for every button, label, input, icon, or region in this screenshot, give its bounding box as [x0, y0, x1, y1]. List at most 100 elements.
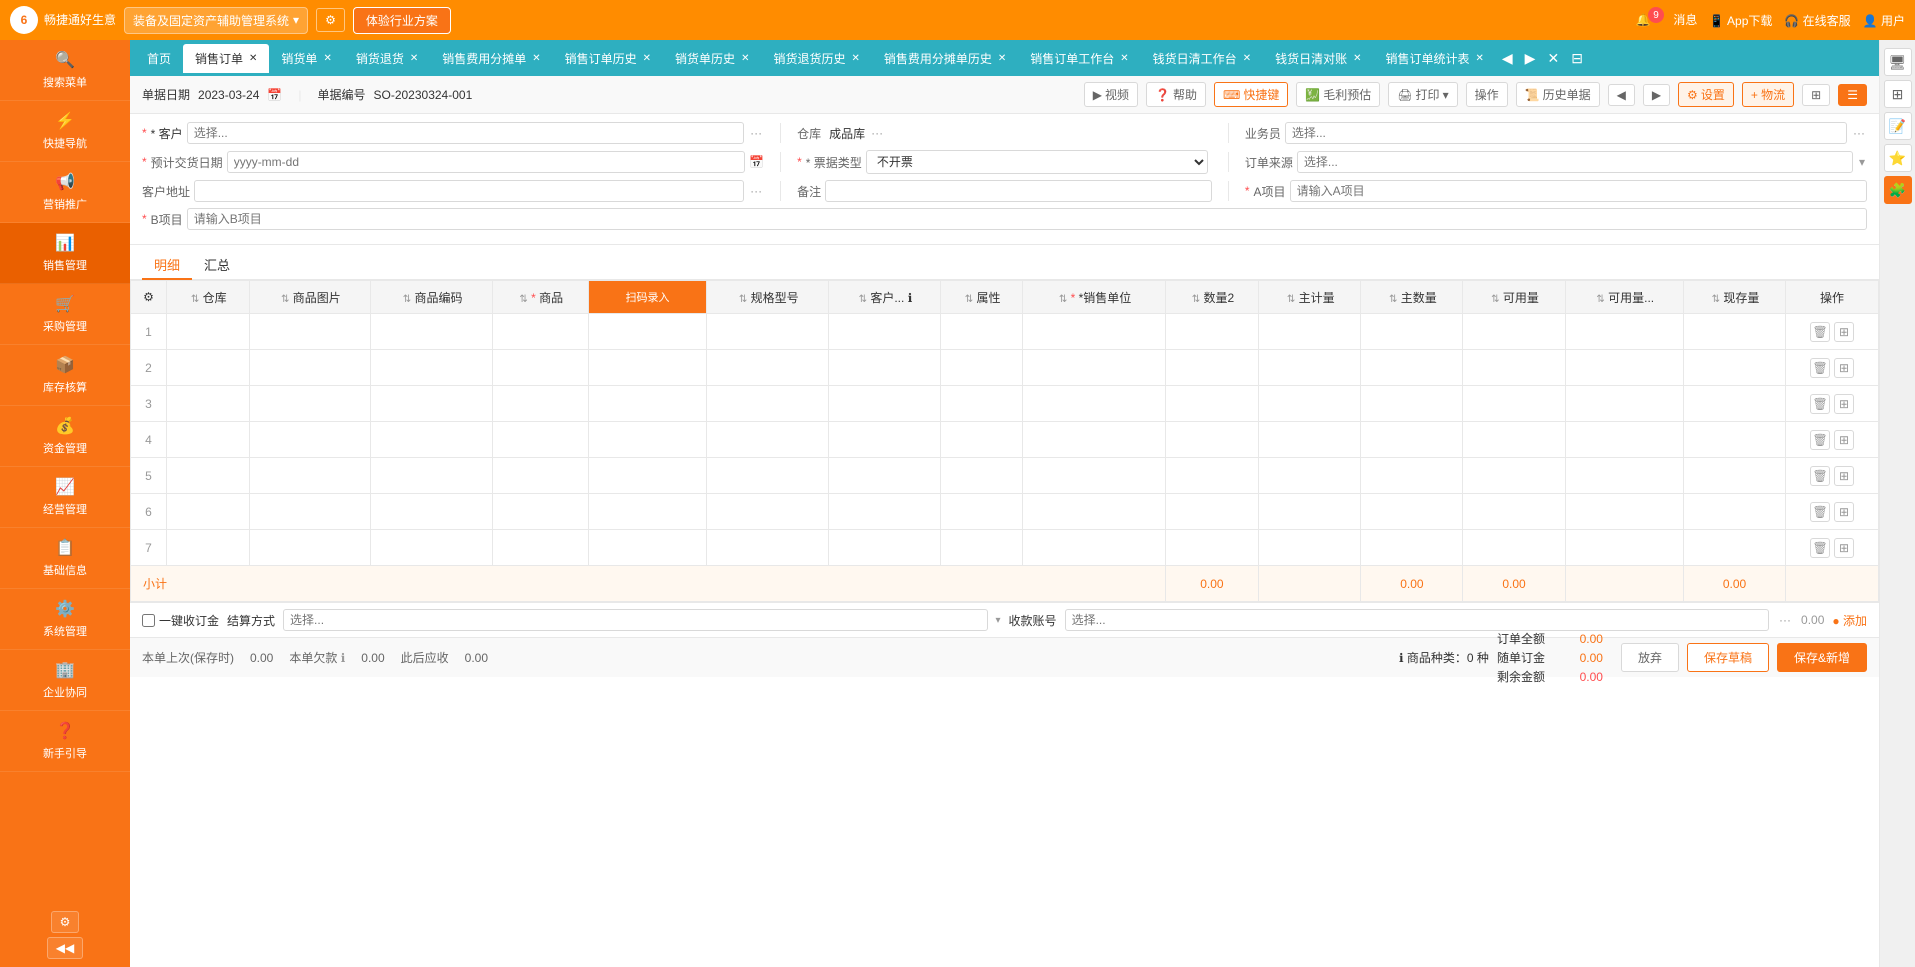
tab-summary[interactable]: 汇总 [192, 251, 242, 280]
cell-code[interactable] [371, 314, 493, 350]
tab-close-icon2[interactable]: ✕ [323, 53, 331, 64]
settings-button[interactable]: ⚙ 设置 [1678, 82, 1734, 107]
list-view-button[interactable]: ☰ [1838, 84, 1867, 106]
app-download-button[interactable]: 📱 App下载 [1709, 12, 1772, 29]
sort-icon12[interactable]: ⇅ [1491, 294, 1499, 305]
tab-home[interactable]: 首页 [135, 44, 183, 73]
sort-icon3[interactable]: ⇅ [403, 294, 411, 305]
sort-icon14[interactable]: ⇅ [1712, 294, 1720, 305]
next-record-button[interactable]: ▶ [1643, 84, 1670, 106]
cell-salesunit[interactable] [1023, 386, 1165, 422]
tab-close-icon12[interactable]: ✕ [1476, 53, 1484, 64]
cell-spec[interactable] [707, 350, 829, 386]
cell-product[interactable] [492, 350, 588, 386]
tab-orderhist[interactable]: 销售订单历史 ✕ [553, 44, 663, 73]
cell-attr[interactable] [940, 494, 1023, 530]
view-button[interactable]: ▶ 视频 [1084, 82, 1138, 107]
cell-spec[interactable] [707, 422, 829, 458]
sidebar-item-guide[interactable]: ❓ 新手引导 [0, 711, 130, 772]
online-service-button[interactable]: 🎧 在线客服 [1784, 12, 1850, 29]
delivery-input[interactable] [227, 151, 745, 173]
sidebar-item-inventory[interactable]: 📦 库存核算 [0, 345, 130, 406]
sidebar-item-purchase[interactable]: 🛒 采购管理 [0, 284, 130, 345]
operate-button[interactable]: 操作 [1466, 82, 1508, 107]
cell-salesunit[interactable] [1023, 458, 1165, 494]
history-button[interactable]: 📜 历史单据 [1516, 82, 1600, 107]
calendar-icon[interactable]: 📅 [267, 88, 282, 102]
tab-close-all-button[interactable]: ✕ [1541, 48, 1565, 69]
sidebar-item-marketing[interactable]: 📢 营销推广 [0, 162, 130, 223]
sidebar-collapse-icon[interactable]: ◀◀ [47, 937, 83, 959]
ordersource-dropdown-icon[interactable]: ▾ [1857, 155, 1867, 169]
right-btn-star[interactable]: ⭐ [1884, 144, 1912, 172]
shortcut-button[interactable]: ⌨ 快捷键 [1214, 82, 1288, 107]
settlement-input[interactable] [283, 609, 987, 631]
row-copy-button[interactable]: ⊞ [1834, 358, 1854, 378]
cell-mainqty[interactable] [1361, 422, 1463, 458]
cell-salesunit[interactable] [1023, 350, 1165, 386]
row-copy-button[interactable]: ⊞ [1834, 538, 1854, 558]
tab-salesorder[interactable]: 销售订单 ✕ [183, 44, 269, 73]
cell-spec[interactable] [707, 530, 829, 566]
tab-close-icon11[interactable]: ✕ [1353, 53, 1361, 64]
solution-button[interactable]: 体验行业方案 [353, 7, 451, 34]
bank-input[interactable] [1065, 609, 1769, 631]
print-button[interactable]: 🖨 打印 ▾ [1388, 82, 1457, 107]
cell-warehouse[interactable] [167, 458, 250, 494]
sort-icon5[interactable]: ⇅ [739, 294, 747, 305]
sort-icon7[interactable]: ⇅ [965, 294, 973, 305]
column-settings-icon[interactable]: ⚙ [143, 290, 154, 304]
cell-mainqty[interactable] [1361, 350, 1463, 386]
sort-icon4[interactable]: ⇅ [519, 294, 527, 305]
cell-mainqty[interactable] [1361, 494, 1463, 530]
tab-close-icon10[interactable]: ✕ [1243, 53, 1251, 64]
invoice-select[interactable]: 不开票 增值税发票 [866, 150, 1208, 174]
sort-icon9[interactable]: ⇅ [1192, 294, 1200, 305]
cell-custcode[interactable] [829, 458, 941, 494]
settlement-dropdown-icon[interactable]: ▾ [996, 615, 1001, 626]
tab-credithist[interactable]: 销货单历史 ✕ [663, 44, 761, 73]
messages-button[interactable]: 🔔 9 消息 [1636, 11, 1698, 30]
row-copy-button[interactable]: ⊞ [1834, 430, 1854, 450]
cell-code[interactable] [371, 530, 493, 566]
row-copy-button[interactable]: ⊞ [1834, 322, 1854, 342]
info-icon2[interactable]: ℹ [341, 651, 346, 665]
cell-mainqty[interactable] [1361, 458, 1463, 494]
tab-cashbalance[interactable]: 钱货日清对账 ✕ [1263, 44, 1373, 73]
row-delete-button[interactable]: 🗑 [1810, 322, 1830, 342]
tab-salescredit[interactable]: 销货单 ✕ [269, 44, 343, 73]
tab-salesreturn[interactable]: 销货退货 ✕ [344, 44, 430, 73]
cell-warehouse[interactable] [167, 494, 250, 530]
tab-feehist[interactable]: 销售费用分摊单历史 ✕ [872, 44, 1018, 73]
staff-input[interactable] [1285, 122, 1847, 144]
row-copy-button[interactable]: ⊞ [1834, 394, 1854, 414]
cell-mainqty[interactable] [1361, 386, 1463, 422]
cell-custcode[interactable] [829, 350, 941, 386]
aproject-input[interactable] [1290, 180, 1867, 202]
sidebar-settings-icon[interactable]: ⚙ [51, 911, 80, 933]
discard-button[interactable]: 放弃 [1621, 643, 1679, 672]
right-btn-plugin[interactable]: 🧩 [1884, 176, 1912, 204]
ordersource-input[interactable] [1297, 151, 1853, 173]
cell-attr[interactable] [940, 350, 1023, 386]
cell-code[interactable] [371, 494, 493, 530]
cell-qty2[interactable] [1165, 422, 1258, 458]
sidebar-item-quicknav[interactable]: ⚡ 快捷导航 [0, 101, 130, 162]
tab-close-icon6[interactable]: ✕ [741, 53, 749, 64]
sort-icon6[interactable]: ⇅ [859, 294, 867, 305]
cell-salesunit[interactable] [1023, 314, 1165, 350]
cell-warehouse[interactable] [167, 350, 250, 386]
cell-warehouse[interactable] [167, 422, 250, 458]
cell-custcode[interactable] [829, 422, 941, 458]
customer-ellipsis-icon[interactable]: ··· [748, 126, 764, 140]
prev-record-button[interactable]: ◀ [1608, 84, 1635, 106]
cell-product[interactable] [492, 386, 588, 422]
right-btn-grid[interactable]: ⊞ [1884, 80, 1912, 108]
th-setting[interactable]: ⚙ [131, 281, 167, 314]
add-payment-button[interactable]: ● 添加 [1832, 612, 1867, 629]
cell-attr[interactable] [940, 422, 1023, 458]
cell-qty2[interactable] [1165, 350, 1258, 386]
sidebar-item-finance[interactable]: 💰 资金管理 [0, 406, 130, 467]
row-delete-button[interactable]: 🗑 [1810, 538, 1830, 558]
user-avatar[interactable]: 👤 用户 [1863, 12, 1905, 29]
